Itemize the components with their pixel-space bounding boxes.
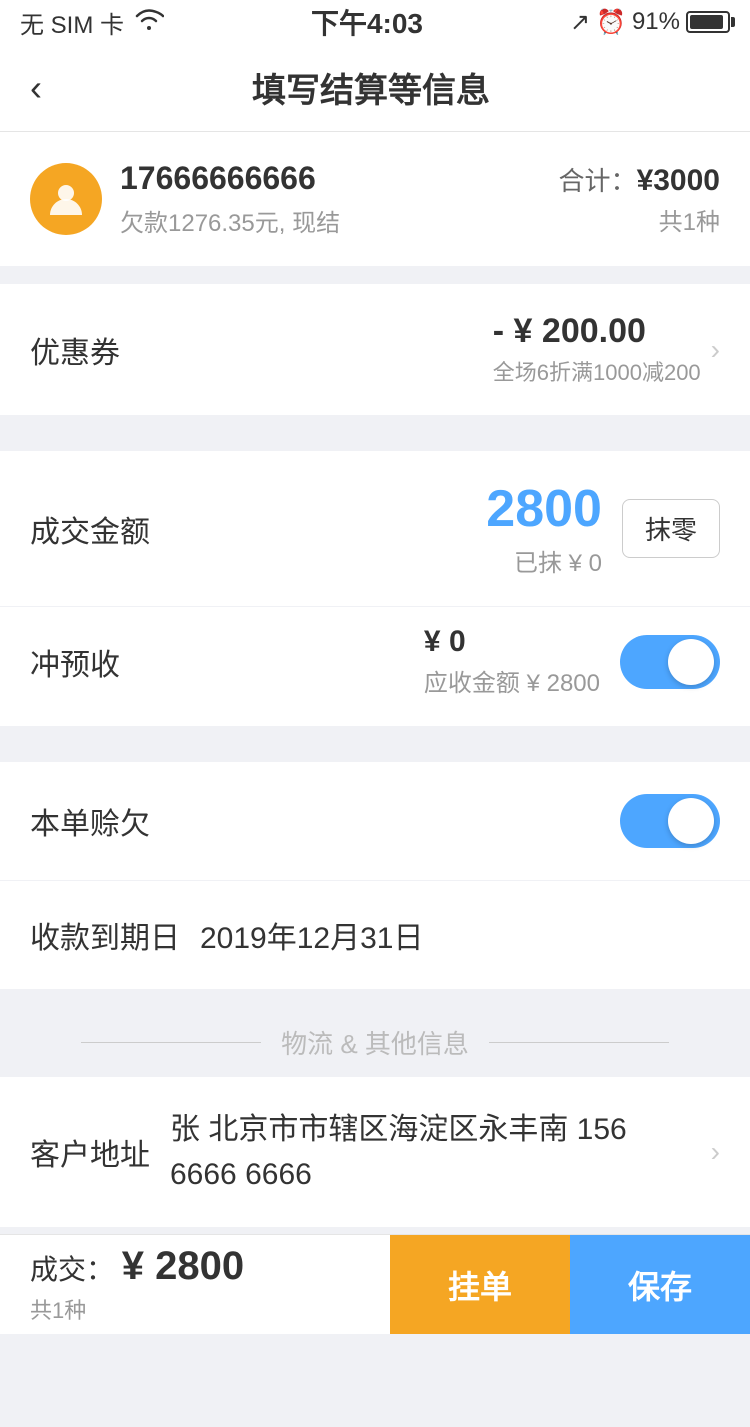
wifi-icon <box>134 8 164 37</box>
prepay-right: ¥ 0 应收金额 ¥ 2800 <box>424 625 720 698</box>
amount-right: 2800 已抹 ¥ 0 抹零 <box>486 479 720 578</box>
customer-phone: 17666666666 <box>120 160 340 197</box>
amount-sub: 已抹 ¥ 0 <box>486 543 602 578</box>
toggle-knob <box>668 639 714 685</box>
total-label: 合计：¥3000 <box>559 161 720 198</box>
prepay-toggle[interactable] <box>620 635 720 689</box>
coupon-discount: - ¥ 200.00 <box>493 312 701 351</box>
save-button[interactable]: 保存 <box>570 1235 750 1334</box>
logistics-label: 物流 & 其他信息 <box>81 1024 669 1061</box>
nav-bar: ‹ 填写结算等信息 <box>0 44 750 132</box>
address-row[interactable]: 客户地址 张 北京市市辖区海淀区永丰南 156 6666 6666 › <box>0 1077 750 1227</box>
due-date-label: 收款到期日 <box>30 913 180 957</box>
customer-card: 17666666666 欠款1276.35元, 现结 合计：¥3000 共1种 <box>0 132 750 266</box>
coupon-desc: 全场6折满1000减200 <box>493 355 701 387</box>
sim-label: 无 SIM 卡 <box>20 5 124 40</box>
customer-right: 合计：¥3000 共1种 <box>559 161 720 237</box>
transaction-amount: 2800 <box>486 479 602 539</box>
coupon-label: 优惠券 <box>30 328 120 372</box>
round-button[interactable]: 抹零 <box>622 499 720 558</box>
prepay-row: 冲预收 ¥ 0 应收金额 ¥ 2800 <box>0 606 750 726</box>
location-icon: ↗ <box>570 8 590 37</box>
summary-line: 成交： ¥ 2800 <box>30 1244 360 1289</box>
chevron-right-icon: › <box>711 334 720 366</box>
due-date-row: 收款到期日 2019年12月31日 <box>0 880 750 989</box>
customer-debt: 欠款1276.35元, 现结 <box>120 203 340 238</box>
page-title: 填写结算等信息 <box>62 63 680 112</box>
due-date-value: 2019年12月31日 <box>200 913 423 957</box>
battery-percent: 91% <box>632 8 680 36</box>
debt-row: 本单赊欠 <box>0 762 750 880</box>
debt-toggle[interactable] <box>620 794 720 848</box>
status-bar: 无 SIM 卡 下午4:03 ↗ ⏰ 91% <box>0 0 750 44</box>
back-button[interactable]: ‹ <box>30 67 62 109</box>
coupon-info: - ¥ 200.00 全场6折满1000减200 <box>493 312 701 387</box>
amount-row: 成交金额 2800 已抹 ¥ 0 抹零 <box>0 451 750 606</box>
section-divider-2 <box>0 726 750 744</box>
status-time: 下午4:03 <box>311 2 423 42</box>
debt-toggle-knob <box>668 798 714 844</box>
address-content: 张 北京市市辖区海淀区永丰南 156 6666 6666 <box>150 1107 711 1197</box>
prepay-sub: 应收金额 ¥ 2800 <box>424 663 600 698</box>
coupon-row[interactable]: 优惠券 - ¥ 200.00 全场6折满1000减200 › <box>0 284 750 415</box>
coupon-right: - ¥ 200.00 全场6折满1000减200 › <box>493 312 720 387</box>
summary-amount: ¥ 2800 <box>122 1244 244 1288</box>
section-divider-1 <box>0 433 750 451</box>
bottom-bar: 成交： ¥ 2800 共1种 挂单 保存 <box>0 1234 750 1334</box>
transaction-section: 成交金额 2800 已抹 ¥ 0 抹零 冲预收 ¥ 0 应收金额 ¥ 2800 <box>0 451 750 726</box>
prepay-label: 冲预收 <box>30 640 120 684</box>
bottom-summary: 成交： ¥ 2800 共1种 <box>0 1235 390 1334</box>
address-label: 客户地址 <box>30 1130 150 1174</box>
prepay-info: ¥ 0 应收金额 ¥ 2800 <box>424 625 600 698</box>
alarm-icon: ⏰ <box>596 8 626 37</box>
avatar <box>30 163 102 235</box>
amount-info: 2800 已抹 ¥ 0 <box>486 479 602 578</box>
debt-label: 本单赊欠 <box>30 799 150 843</box>
status-right: ↗ ⏰ 91% <box>570 8 730 37</box>
total-count: 共1种 <box>559 202 720 237</box>
hold-button[interactable]: 挂单 <box>390 1235 570 1334</box>
status-left: 无 SIM 卡 <box>20 5 164 40</box>
prepay-amount: ¥ 0 <box>424 625 600 659</box>
transaction-label: 成交金额 <box>30 507 150 551</box>
summary-label: 成交： <box>30 1254 114 1285</box>
logistics-divider: 物流 & 其他信息 <box>0 1007 750 1077</box>
customer-info: 17666666666 欠款1276.35元, 现结 <box>120 160 340 238</box>
customer-left: 17666666666 欠款1276.35元, 现结 <box>30 160 340 238</box>
address-chevron-icon: › <box>711 1136 720 1168</box>
battery-icon <box>686 11 730 33</box>
summary-count: 共1种 <box>30 1293 360 1325</box>
